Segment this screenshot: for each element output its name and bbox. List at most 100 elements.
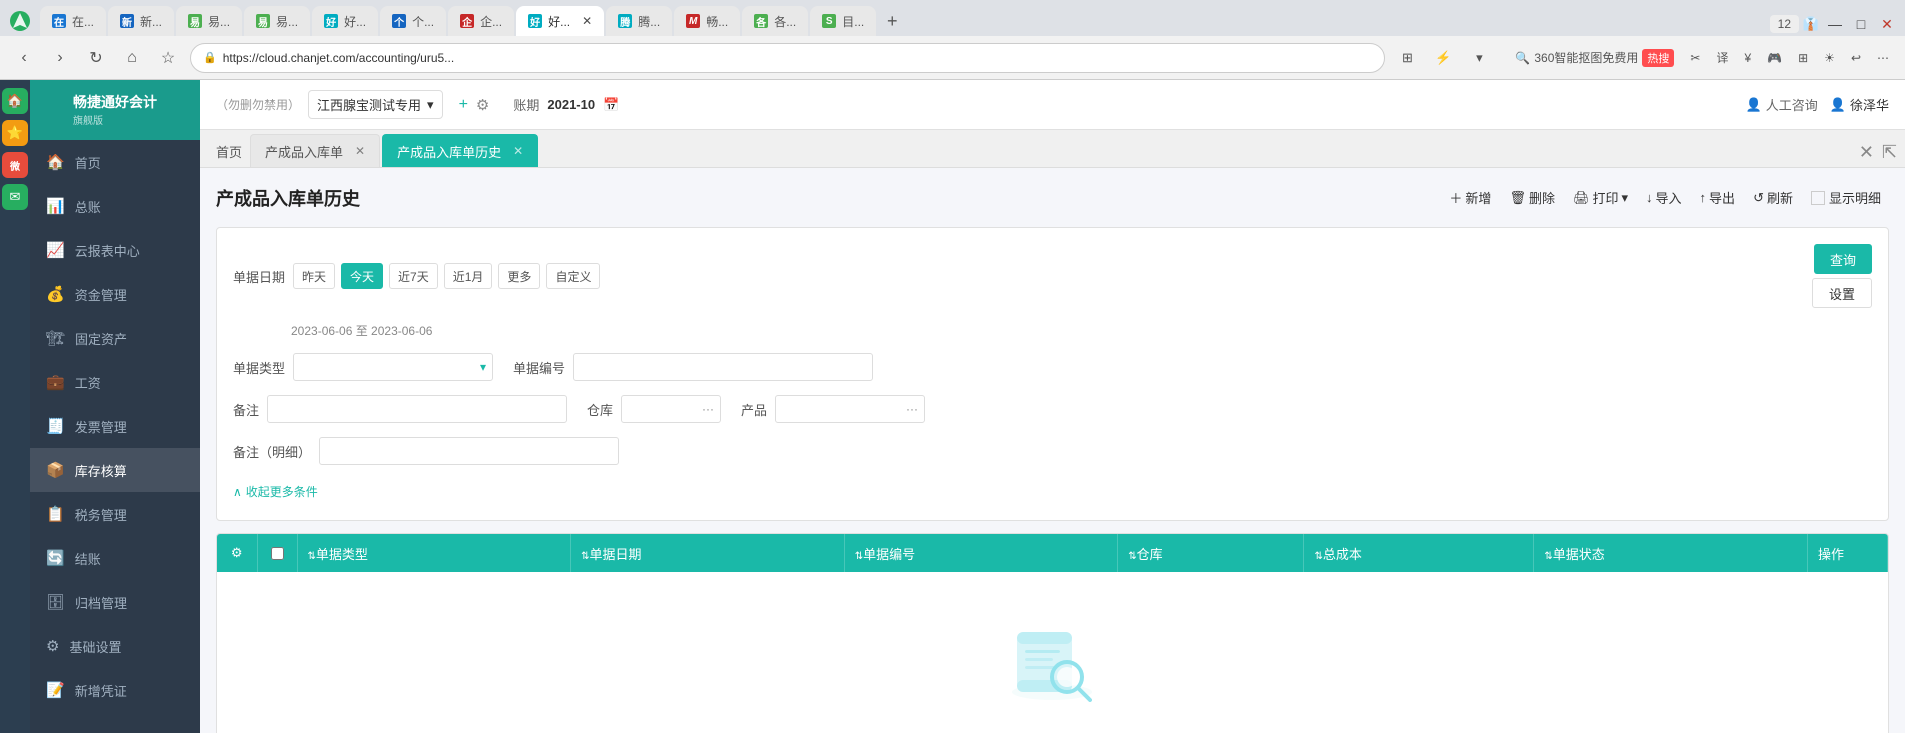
tab-favicon-5: 好 bbox=[324, 14, 338, 28]
grid-toolbar-btn[interactable]: ⊞ bbox=[1792, 44, 1814, 72]
sidebar-item-fixed-assets[interactable]: 🏗 固定资产 bbox=[30, 316, 200, 360]
maximize-button[interactable]: □ bbox=[1849, 12, 1873, 36]
brightness-toolbar-btn[interactable]: ☀ bbox=[1818, 44, 1841, 72]
sidebar-item-inventory[interactable]: 📦 库存核算 bbox=[30, 448, 200, 492]
app-icon-star[interactable]: ⭐ bbox=[2, 120, 28, 146]
th-status[interactable]: 单据状态 bbox=[1534, 534, 1808, 572]
detail-remark-input[interactable] bbox=[319, 437, 619, 465]
extensions-button[interactable]: ⊞ bbox=[1393, 44, 1421, 72]
date-btn-1month[interactable]: 近1月 bbox=[444, 263, 493, 289]
undo-toolbar-btn[interactable]: ↩ bbox=[1845, 44, 1867, 72]
print-btn[interactable]: 🖨 打印 ▾ bbox=[1565, 184, 1636, 211]
refresh-button[interactable]: ↻ bbox=[82, 44, 110, 72]
setting-button[interactable]: 设置 bbox=[1812, 278, 1872, 308]
bookmark-button[interactable]: ☆ bbox=[154, 44, 182, 72]
date-btn-more[interactable]: 更多 bbox=[498, 263, 540, 289]
th-check[interactable] bbox=[257, 534, 297, 572]
browser-tab-5[interactable]: 好 好... bbox=[312, 6, 378, 36]
sidebar-item-new-voucher[interactable]: 📝 新增凭证 bbox=[30, 668, 200, 712]
page-tab-history[interactable]: 产成品入库单历史 ✕ bbox=[382, 134, 538, 167]
th-no[interactable]: 单据编号 bbox=[844, 534, 1118, 572]
user-service-btn[interactable]: 👤 人工咨询 bbox=[1746, 95, 1818, 114]
show-columns-toggle[interactable]: 显示明细 bbox=[1803, 184, 1889, 211]
app-icon-weibo[interactable]: 微 bbox=[2, 152, 28, 178]
sidebar-item-salary[interactable]: 💼 工资 bbox=[30, 360, 200, 404]
game-toolbar-btn[interactable]: 🎮 bbox=[1761, 44, 1788, 72]
th-type[interactable]: 单据类型 bbox=[297, 534, 571, 572]
date-btn-custom[interactable]: 自定义 bbox=[546, 263, 600, 289]
settings-company-btn[interactable]: ⚙ bbox=[476, 96, 489, 114]
dropdown-button[interactable]: ▾ bbox=[1465, 44, 1493, 72]
select-all-checkbox[interactable] bbox=[271, 547, 284, 560]
browser-tab-7[interactable]: 企 企... bbox=[448, 6, 514, 36]
wallet-toolbar-btn[interactable]: ¥ bbox=[1738, 44, 1757, 72]
company-selector[interactable]: 江西腺宝测试专用 ▾ bbox=[308, 90, 443, 119]
more-toolbar-btn[interactable]: ⋯ bbox=[1871, 44, 1895, 72]
no-input[interactable] bbox=[573, 353, 873, 381]
expand-panel-icon[interactable]: ⇱ bbox=[1882, 142, 1897, 163]
minimize-button[interactable]: — bbox=[1823, 12, 1847, 36]
refresh-btn[interactable]: ↺ 刷新 bbox=[1745, 184, 1801, 211]
sidebar-item-home[interactable]: 🏠 首页 bbox=[30, 140, 200, 184]
th-warehouse[interactable]: 仓库 bbox=[1118, 534, 1304, 572]
browser-tab-4[interactable]: 易 易... bbox=[244, 6, 310, 36]
browser-tab-10[interactable]: M 畅... bbox=[674, 6, 740, 36]
page-tab-home[interactable]: 首页 bbox=[208, 142, 250, 167]
home-button[interactable]: ⌂ bbox=[118, 44, 146, 72]
type-select[interactable]: ▾ bbox=[293, 353, 493, 381]
import-btn[interactable]: ↓ 导入 bbox=[1638, 184, 1690, 211]
address-input[interactable]: 🔒 https://cloud.chanjet.com/accounting/u… bbox=[190, 43, 1385, 73]
delete-btn[interactable]: 🗑 删除 bbox=[1501, 184, 1563, 211]
close-button[interactable]: ✕ bbox=[1875, 12, 1899, 36]
browser-tab-11[interactable]: 各 各... bbox=[742, 6, 808, 36]
browser-tab-8[interactable]: 好 好... ✕ bbox=[516, 6, 604, 36]
search-toolbar-btn[interactable]: 🔍 360智能抠图免费用 热搜 bbox=[1509, 44, 1680, 72]
new-btn[interactable]: ＋ 新增 bbox=[1441, 184, 1499, 211]
lightning-button[interactable]: ⚡ bbox=[1429, 44, 1457, 72]
sidebar-item-tax[interactable]: 📋 税务管理 bbox=[30, 492, 200, 536]
page-tab-history-close[interactable]: ✕ bbox=[513, 144, 523, 158]
shirt-icon[interactable]: 👔 bbox=[1801, 14, 1821, 34]
tab-close-8[interactable]: ✕ bbox=[582, 14, 592, 28]
th-date[interactable]: 单据日期 bbox=[571, 534, 845, 572]
user-name-btn[interactable]: 👤 徐泽华 bbox=[1830, 95, 1889, 114]
browser-tab-9[interactable]: 腾 腾... bbox=[606, 6, 672, 36]
date-btn-7days[interactable]: 近7天 bbox=[389, 263, 438, 289]
date-btn-today[interactable]: 今天 bbox=[341, 263, 383, 289]
sidebar-item-checkout[interactable]: 🔄 结账 bbox=[30, 536, 200, 580]
product-select[interactable]: ··· bbox=[775, 395, 925, 423]
page-tab-product-warehouse-close[interactable]: ✕ bbox=[355, 144, 365, 158]
sidebar-item-invoice[interactable]: 🧾 发票管理 bbox=[30, 404, 200, 448]
close-panel-icon[interactable]: ✕ bbox=[1859, 142, 1874, 163]
sidebar-item-fund[interactable]: 💰 资金管理 bbox=[30, 272, 200, 316]
date-btn-yesterday[interactable]: 昨天 bbox=[293, 263, 335, 289]
translate-toolbar-btn[interactable]: 译 bbox=[1710, 44, 1734, 72]
add-company-btn[interactable]: + bbox=[459, 96, 468, 114]
th-gear[interactable]: ⚙ bbox=[217, 534, 257, 572]
browser-tab-12[interactable]: S 目... bbox=[810, 6, 876, 36]
browser-tab-1[interactable]: 在 在... bbox=[40, 6, 106, 36]
sidebar-item-cloud-report[interactable]: 📈 云报表中心 bbox=[30, 228, 200, 272]
new-tab-button[interactable]: + bbox=[878, 7, 906, 35]
query-button[interactable]: 查询 bbox=[1814, 244, 1872, 274]
sidebar-item-ledger[interactable]: 📊 总账 bbox=[30, 184, 200, 228]
show-columns-checkbox[interactable] bbox=[1811, 191, 1825, 205]
sidebar-item-archive[interactable]: 🗄 归档管理 bbox=[30, 580, 200, 624]
browser-tab-3[interactable]: 易 易... bbox=[176, 6, 242, 36]
browser-tab-2[interactable]: 新 新... bbox=[108, 6, 174, 36]
forward-button[interactable]: › bbox=[46, 44, 74, 72]
scissors-toolbar-btn[interactable]: ✂ bbox=[1684, 44, 1706, 72]
collapse-button[interactable]: ∧ 收起更多条件 bbox=[233, 483, 1872, 500]
page-tab-product-warehouse[interactable]: 产成品入库单 ✕ bbox=[250, 134, 380, 167]
warehouse-select[interactable]: ··· bbox=[621, 395, 721, 423]
calendar-icon[interactable]: 📅 bbox=[603, 97, 619, 113]
th-cost[interactable]: 总成本 bbox=[1304, 534, 1534, 572]
page-tab-product-warehouse-label: 产成品入库单 bbox=[265, 142, 343, 161]
app-icon-mail[interactable]: ✉ bbox=[2, 184, 28, 210]
sidebar-item-basic[interactable]: ⚙ 基础设置 bbox=[30, 624, 200, 668]
browser-tab-6[interactable]: 个 个... bbox=[380, 6, 446, 36]
back-button[interactable]: ‹ bbox=[10, 44, 38, 72]
export-btn[interactable]: ↑ 导出 bbox=[1692, 184, 1744, 211]
remark-input[interactable] bbox=[267, 395, 567, 423]
app-icon-home[interactable]: 🏠 bbox=[2, 88, 28, 114]
